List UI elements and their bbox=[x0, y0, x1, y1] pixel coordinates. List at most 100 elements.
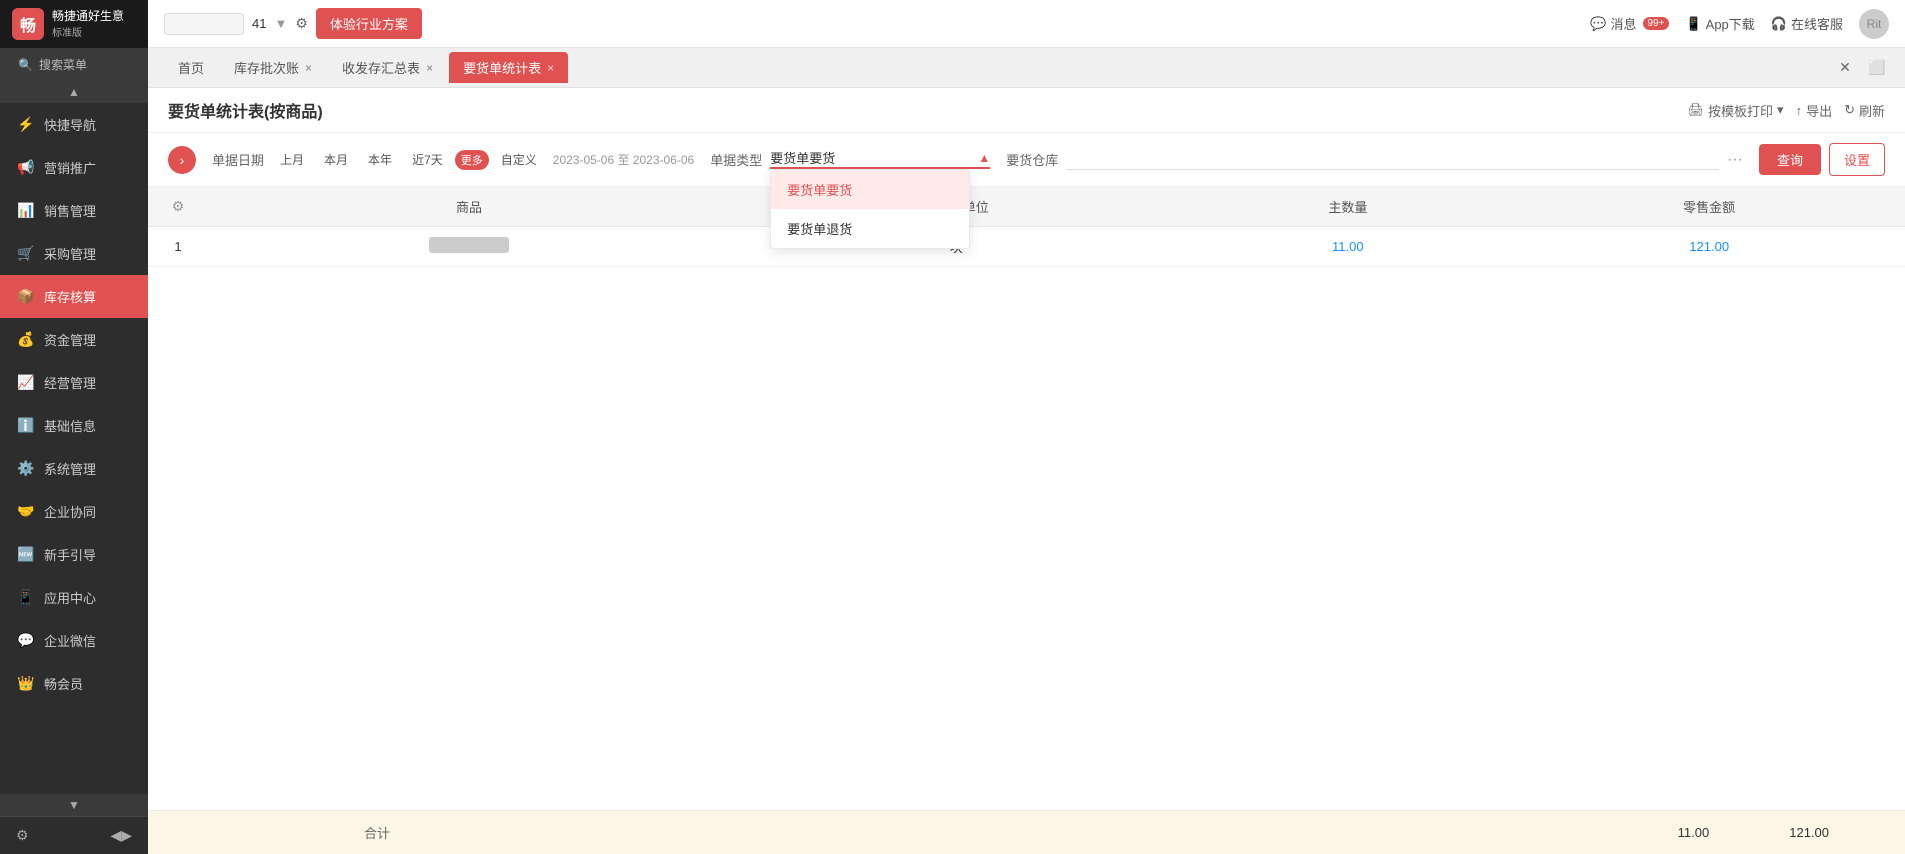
avatar[interactable]: Rit bbox=[1859, 9, 1889, 39]
dropdown-item-return[interactable]: 要货单退货 bbox=[771, 209, 969, 248]
sales-icon: 📊 bbox=[16, 202, 36, 219]
message-icon: 💬 bbox=[1590, 16, 1606, 32]
sidebar-logo: 畅 畅捷通好生意 标准版 bbox=[0, 0, 148, 48]
filter-action-buttons: 查询 设置 bbox=[1759, 143, 1885, 176]
search-icon: 🔍 bbox=[18, 58, 33, 72]
filter-settings-button[interactable]: 设置 bbox=[1829, 143, 1885, 176]
collapse-icon[interactable]: ◀▶ bbox=[110, 827, 132, 844]
type-select-container: ▲ 要货单要货 要货单退货 bbox=[770, 150, 990, 169]
sidebar-item-sales[interactable]: 📊 销售管理 bbox=[0, 189, 148, 232]
warehouse-more-icon[interactable]: ··· bbox=[1727, 151, 1743, 169]
query-button[interactable]: 查询 bbox=[1759, 144, 1821, 175]
logo-name: 畅捷通好生意 bbox=[52, 9, 124, 25]
sidebar-item-guide[interactable]: 🆕 新手引导 bbox=[0, 533, 148, 576]
apps-icon: 📱 bbox=[16, 589, 36, 606]
print-button[interactable]: 🖨 按模板打印 ▾ bbox=[1688, 101, 1784, 120]
close-all-tabs-button[interactable]: ✕ bbox=[1833, 56, 1857, 80]
last-7-days-button[interactable]: 近7天 bbox=[404, 148, 451, 171]
tabbar: 首页 库存批次账 × 收发存汇总表 × 要货单统计表 × ✕ ⬜ bbox=[148, 48, 1905, 88]
type-select-input[interactable] bbox=[770, 150, 978, 165]
topbar-number: 41 bbox=[252, 16, 266, 31]
guide-icon: 🆕 bbox=[16, 546, 36, 563]
table-column-settings-icon[interactable]: ⚙ bbox=[172, 198, 185, 214]
dropdown-item-requisition[interactable]: 要货单要货 bbox=[771, 170, 969, 209]
logo-icon: 畅 bbox=[12, 8, 44, 40]
online-service-button[interactable]: 🎧 在线客服 bbox=[1771, 14, 1843, 33]
member-icon: 👑 bbox=[16, 675, 36, 692]
chevron-down-icon[interactable]: ▼ bbox=[274, 16, 287, 31]
sidebar-search[interactable]: 🔍 搜索菜单 bbox=[0, 48, 148, 81]
sidebar-scroll-up[interactable]: ▲ bbox=[0, 81, 148, 103]
topbar: 41 ▼ ⚙ 体验行业方案 💬 消息 99+ 📱 App下载 🎧 在线客服 Ri… bbox=[148, 0, 1905, 48]
type-select[interactable]: ▲ bbox=[770, 150, 990, 169]
close-tab-inventory-batch[interactable]: × bbox=[305, 61, 312, 75]
sidebar-item-apps[interactable]: 📱 应用中心 bbox=[0, 576, 148, 619]
download-icon: 📱 bbox=[1685, 16, 1701, 32]
custom-date-button[interactable]: 自定义 bbox=[493, 148, 545, 171]
sidebar-item-inventory[interactable]: 📦 库存核算 bbox=[0, 275, 148, 318]
message-button[interactable]: 💬 消息 99+ bbox=[1590, 14, 1669, 33]
row-product bbox=[208, 227, 730, 267]
this-year-button[interactable]: 本年 bbox=[360, 148, 400, 171]
close-tab-summary[interactable]: × bbox=[426, 61, 433, 75]
page-header: 要货单统计表(按商品) 🖨 按模板打印 ▾ ↑ 导出 ↻ 刷新 bbox=[148, 88, 1905, 133]
topbar-input[interactable] bbox=[164, 13, 244, 35]
settings-icon[interactable]: ⚙ bbox=[16, 827, 29, 844]
select-arrow-icon[interactable]: ▲ bbox=[978, 151, 990, 165]
sidebar-bottom: ⚙ ◀▶ bbox=[0, 816, 148, 854]
last-month-button[interactable]: 上月 bbox=[272, 148, 312, 171]
gear-icon[interactable]: ⚙ bbox=[295, 15, 308, 32]
table-row: 1 块 11.00 121.00 bbox=[148, 227, 1905, 267]
topbar-left: 41 ▼ ⚙ 体验行业方案 bbox=[164, 8, 422, 39]
sidebar-item-purchase[interactable]: 🛒 采购管理 bbox=[0, 232, 148, 275]
trial-button[interactable]: 体验行业方案 bbox=[316, 8, 422, 39]
service-icon: 🎧 bbox=[1771, 16, 1787, 32]
this-month-button[interactable]: 本月 bbox=[316, 148, 356, 171]
sidebar-item-enterprise[interactable]: 🤝 企业协同 bbox=[0, 490, 148, 533]
tab-requisition[interactable]: 要货单统计表 × bbox=[449, 52, 568, 83]
warehouse-label: 要货仓库 bbox=[1006, 150, 1058, 169]
refresh-button[interactable]: ↻ 刷新 bbox=[1844, 101, 1885, 120]
type-filter-group: 单据类型 ▲ 要货单要货 要货单退货 bbox=[710, 150, 990, 169]
tab-home[interactable]: 首页 bbox=[164, 52, 218, 83]
sidebar-item-operation[interactable]: 📈 经营管理 bbox=[0, 361, 148, 404]
sidebar-item-quick[interactable]: ⚡ 快捷导航 bbox=[0, 103, 148, 146]
base-icon: ℹ️ bbox=[16, 417, 36, 434]
date-buttons: 上月 本月 本年 近7天 更多 自定义 bbox=[272, 148, 545, 171]
main: 41 ▼ ⚙ 体验行业方案 💬 消息 99+ 📱 App下载 🎧 在线客服 Ri… bbox=[148, 0, 1905, 854]
warehouse-filter-group: 要货仓库 ··· bbox=[1006, 150, 1743, 170]
warehouse-input[interactable] bbox=[1066, 150, 1719, 170]
sidebar-item-finance[interactable]: 💰 资金管理 bbox=[0, 318, 148, 361]
more-dates-button[interactable]: 更多 bbox=[455, 150, 489, 170]
sidebar-item-wechat[interactable]: 💬 企业微信 bbox=[0, 619, 148, 662]
sidebar-item-base[interactable]: ℹ️ 基础信息 bbox=[0, 404, 148, 447]
date-label: 单据日期 bbox=[212, 150, 264, 169]
app-download-button[interactable]: 📱 App下载 bbox=[1685, 14, 1754, 33]
date-filter-group: 单据日期 上月 本月 本年 近7天 更多 自定义 2023-05-06 至 20… bbox=[212, 148, 694, 171]
row-index: 1 bbox=[148, 227, 208, 267]
logo-sub: 标准版 bbox=[52, 24, 124, 39]
close-tab-requisition[interactable]: × bbox=[547, 61, 554, 75]
filter-toggle-button[interactable]: › bbox=[168, 146, 196, 174]
tab-inventory-batch[interactable]: 库存批次账 × bbox=[220, 52, 326, 83]
system-icon: ⚙️ bbox=[16, 460, 36, 477]
sidebar-item-marketing[interactable]: 📢 营销推广 bbox=[0, 146, 148, 189]
page-title: 要货单统计表(按商品) bbox=[168, 98, 323, 122]
tab-summary[interactable]: 收发存汇总表 × bbox=[328, 52, 447, 83]
col-product: 商品 bbox=[208, 187, 730, 227]
filter-bar: › 单据日期 上月 本月 本年 近7天 更多 自定义 2023-05-06 至 … bbox=[148, 133, 1905, 187]
print-expand-icon[interactable]: ▾ bbox=[1777, 102, 1784, 118]
row-quantity: 11.00 bbox=[1182, 227, 1513, 267]
sidebar-scroll-down[interactable]: ▼ bbox=[0, 794, 148, 816]
page-content: 要货单统计表(按商品) 🖨 按模板打印 ▾ ↑ 导出 ↻ 刷新 bbox=[148, 88, 1905, 854]
sidebar-item-member[interactable]: 👑 畅会员 bbox=[0, 662, 148, 705]
maximize-button[interactable]: ⬜ bbox=[1865, 56, 1889, 80]
marketing-icon: 📢 bbox=[16, 159, 36, 176]
print-icon: 🖨 bbox=[1688, 102, 1705, 118]
operation-icon: 📈 bbox=[16, 374, 36, 391]
export-button[interactable]: ↑ 导出 bbox=[1796, 101, 1833, 120]
type-label: 单据类型 bbox=[710, 150, 762, 169]
table-footer: 合计 11.00 121.00 bbox=[148, 810, 1905, 854]
table-header: ⚙ 商品 主计量单位 主数量 零售金额 bbox=[148, 187, 1905, 227]
sidebar-item-system[interactable]: ⚙️ 系统管理 bbox=[0, 447, 148, 490]
